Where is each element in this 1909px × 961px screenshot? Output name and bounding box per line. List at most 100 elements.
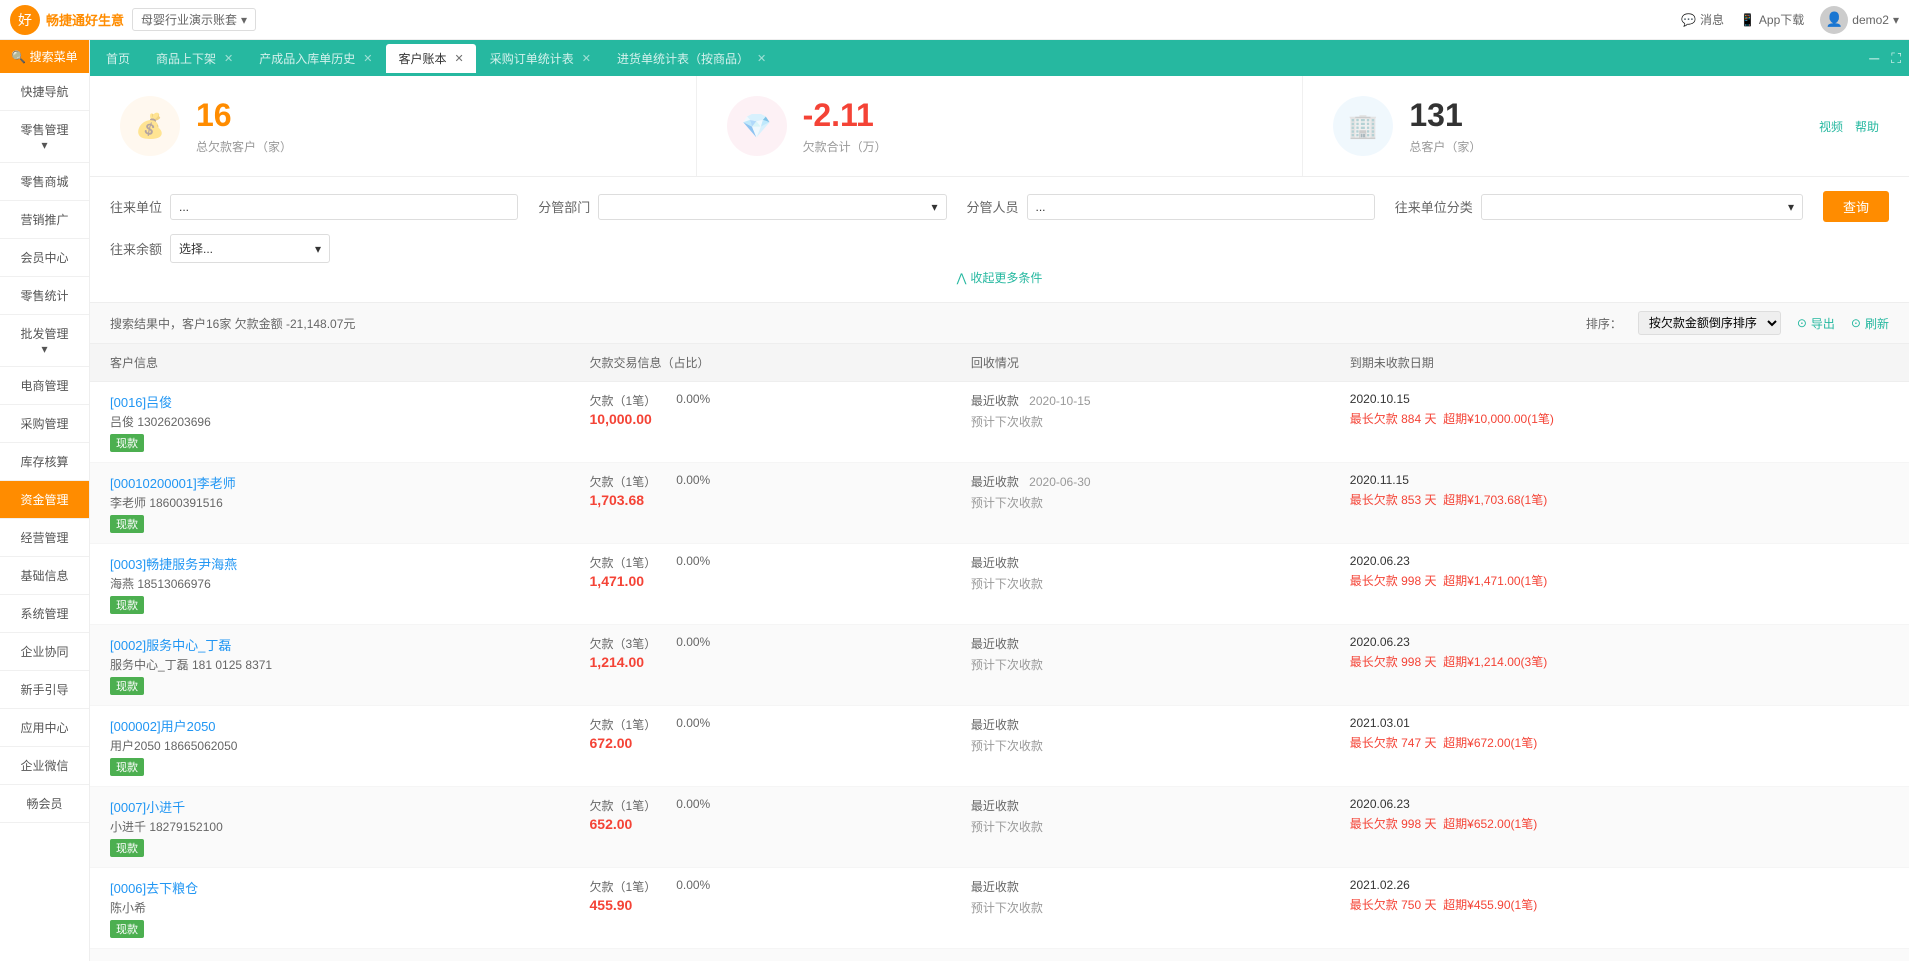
sidebar-item-new-guide[interactable]: 新手引导	[0, 671, 89, 709]
sidebar-item-finance[interactable]: 资金管理	[0, 481, 89, 519]
filter-area: 往来单位 ... 分管部门 ▾	[90, 177, 1909, 303]
sidebar-item-quick-nav[interactable]: 快捷导航	[0, 73, 89, 111]
debt-main: 欠款（1笔） 1,471.00	[590, 554, 657, 589]
refresh-icon: ⊙	[1851, 316, 1861, 330]
tab-products[interactable]: 商品上下架 ✕	[144, 44, 245, 73]
overdue-info[interactable]: 最长欠款 998 天 超期¥652.00(1笔)	[1350, 815, 1889, 832]
store-arrow-icon: ▾	[241, 13, 247, 27]
results-bar: 搜索结果中，客户16家 欠款金额 -21,148.07元 排序： 按欠款金额倒序…	[90, 303, 1909, 344]
tab-maximize-button[interactable]: ⛶	[1887, 48, 1905, 69]
unit-category-select[interactable]: ▾	[1481, 194, 1803, 220]
debt-count: 欠款（1笔）	[590, 473, 657, 490]
cell-due-7: 2020.12.30 最长欠款 808 天 超期¥429.00(1笔)	[1330, 949, 1909, 961]
store-selector[interactable]: 母婴行业演示账套 ▾	[132, 8, 256, 31]
tab-home[interactable]: 首页	[94, 44, 142, 73]
tab-customer-account[interactable]: 客户账本 ✕	[386, 44, 475, 73]
app-container: 好 畅捷通好生意 母婴行业演示账套 ▾ 💬 消息 📱 App下载 👤 demo	[0, 0, 1909, 961]
tab-production-close[interactable]: ✕	[363, 52, 372, 65]
tab-production[interactable]: 产成品入库单历史 ✕	[247, 44, 384, 73]
video-button[interactable]: 视频	[1819, 118, 1843, 135]
customer-name-link[interactable]: [0006]去下粮仓	[110, 878, 550, 897]
sidebar-item-retail-mgmt[interactable]: 零售管理 ▾	[0, 111, 89, 163]
debt-main: 欠款（1笔） 10,000.00	[590, 392, 657, 427]
sidebar-item-enterprise[interactable]: 企业协同	[0, 633, 89, 671]
sidebar-item-vip[interactable]: 畅会员	[0, 785, 89, 823]
recent-collection: 最近收款 2020-06-30	[971, 473, 1310, 490]
cell-due-5: 2020.06.23 最长欠款 998 天 超期¥652.00(1笔)	[1330, 787, 1909, 868]
overdue-info[interactable]: 最长欠款 750 天 超期¥455.90(1笔)	[1350, 896, 1889, 913]
export-button[interactable]: ⊙ 导出	[1797, 315, 1835, 332]
overdue-info[interactable]: 最长欠款 747 天 超期¥672.00(1笔)	[1350, 734, 1889, 751]
customer-name-link[interactable]: [0007]小进千	[110, 797, 550, 816]
sidebar-item-purchase[interactable]: 采购管理	[0, 405, 89, 443]
department-select[interactable]: ▾	[598, 194, 946, 220]
tab-inventory-stat[interactable]: 进货单统计表（按商品） ✕	[605, 44, 778, 73]
cell-due-2: 2020.06.23 最长欠款 998 天 超期¥1,471.00(1笔)	[1330, 544, 1909, 625]
customer-name-link[interactable]: [0002]服务中心_丁磊	[110, 635, 550, 654]
cell-debt-1: 欠款（1笔） 1,703.68 0.00%	[570, 463, 951, 544]
sidebar-item-retail-mall[interactable]: 零售商城	[0, 163, 89, 201]
tab-customer-close[interactable]: ✕	[455, 52, 464, 65]
phone-icon: 📱	[1740, 13, 1755, 27]
tab-inventory-close[interactable]: ✕	[757, 52, 766, 65]
sidebar-item-inventory[interactable]: 库存核算	[0, 443, 89, 481]
due-date: 2020.06.23	[1350, 554, 1889, 568]
sidebar-item-batch-mgmt[interactable]: 批发管理 ▾	[0, 315, 89, 367]
cell-debt-6: 欠款（1笔） 455.90 0.00%	[570, 868, 951, 949]
tab-purchase-order[interactable]: 采购订单统计表 ✕	[478, 44, 603, 73]
tab-purchase-close[interactable]: ✕	[582, 52, 591, 65]
sidebar-item-member[interactable]: 会员中心	[0, 239, 89, 277]
cell-debt-3: 欠款（3笔） 1,214.00 0.00%	[570, 625, 951, 706]
sidebar-item-basic-info[interactable]: 基础信息	[0, 557, 89, 595]
filter-group-balance: 往来余额 选择... ▾	[110, 234, 1889, 263]
sidebar-item-app-center[interactable]: 应用中心	[0, 709, 89, 747]
overdue-info[interactable]: 最长欠款 998 天 超期¥1,471.00(1笔)	[1350, 572, 1889, 589]
manager-input[interactable]: ...	[1027, 194, 1375, 220]
sidebar-item-enterprise-wx[interactable]: 企业微信	[0, 747, 89, 785]
sidebar-item-ops[interactable]: 经营管理	[0, 519, 89, 557]
query-button[interactable]: 查询	[1823, 191, 1889, 222]
customer-tag: 现款	[110, 515, 144, 533]
col-collection: 回收情况	[951, 344, 1330, 382]
table-body: [0016]吕俊 吕俊 13026203696 现款 欠款（1笔） 10,000…	[90, 382, 1909, 961]
tab-bar: 首页 商品上下架 ✕ 产成品入库单历史 ✕ 客户账本 ✕ 采购订单统计表 ✕	[90, 40, 1909, 76]
collapse-filter-button[interactable]: ⋀ 收起更多条件	[110, 263, 1889, 292]
sidebar-item-ecommerce[interactable]: 电商管理	[0, 367, 89, 405]
sidebar-item-retail-stat[interactable]: 零售统计	[0, 277, 89, 315]
customer-name-link[interactable]: [00010200001]李老师	[110, 473, 550, 492]
balance-select[interactable]: 选择... ▾	[170, 234, 330, 263]
overdue-info[interactable]: 最长欠款 998 天 超期¥1,214.00(3笔)	[1350, 653, 1889, 670]
tab-products-close[interactable]: ✕	[224, 52, 233, 65]
table-row: [0003]畅捷服务尹海燕 海燕 18513066976 现款 欠款（1笔） 1…	[90, 544, 1909, 625]
customer-name-link[interactable]: [0016]吕俊	[110, 392, 550, 411]
tab-minimize-button[interactable]: ─	[1865, 48, 1883, 68]
customer-tag: 现款	[110, 920, 144, 938]
customer-name-link[interactable]: [0003]畅捷服务尹海燕	[110, 554, 550, 573]
sort-select[interactable]: 按欠款金额倒序排序	[1638, 311, 1781, 335]
avatar: 👤	[1820, 6, 1848, 34]
debt-cell: 欠款（1笔） 652.00 0.00%	[590, 797, 931, 832]
customer-tag: 现款	[110, 434, 144, 452]
source-unit-input[interactable]: ...	[170, 194, 518, 220]
debt-pct: 0.00%	[676, 473, 710, 487]
customer-tag: 现款	[110, 758, 144, 776]
sidebar-item-marketing[interactable]: 营销推广	[0, 201, 89, 239]
overdue-info[interactable]: 最长欠款 884 天 超期¥10,000.00(1笔)	[1350, 410, 1889, 427]
sidebar-item-sys-mgmt[interactable]: 系统管理	[0, 595, 89, 633]
debt-cell: 欠款（1笔） 10,000.00 0.00%	[590, 392, 931, 427]
help-button[interactable]: 帮助	[1855, 118, 1879, 135]
refresh-button[interactable]: ⊙ 刷新	[1851, 315, 1889, 332]
due-date: 2020.06.23	[1350, 635, 1889, 649]
message-button[interactable]: 💬 消息	[1681, 11, 1724, 28]
customer-name-link[interactable]: [000002]用户2050	[110, 716, 550, 735]
balance-placeholder: 选择...	[179, 240, 213, 257]
overdue-info[interactable]: 最长欠款 853 天 超期¥1,703.68(1笔)	[1350, 491, 1889, 508]
user-menu[interactable]: 👤 demo2 ▾	[1820, 6, 1899, 34]
app-download-button[interactable]: 📱 App下载	[1740, 11, 1804, 28]
dept-arrow-icon: ▾	[931, 200, 937, 214]
search-icon: 🔍	[11, 50, 26, 64]
search-menu-button[interactable]: 🔍 搜索菜单	[0, 40, 89, 73]
stat-number-total: 131	[1409, 97, 1481, 134]
recent-collection: 最近收款	[971, 797, 1310, 814]
collection-plan: 预计下次收款	[971, 575, 1310, 592]
